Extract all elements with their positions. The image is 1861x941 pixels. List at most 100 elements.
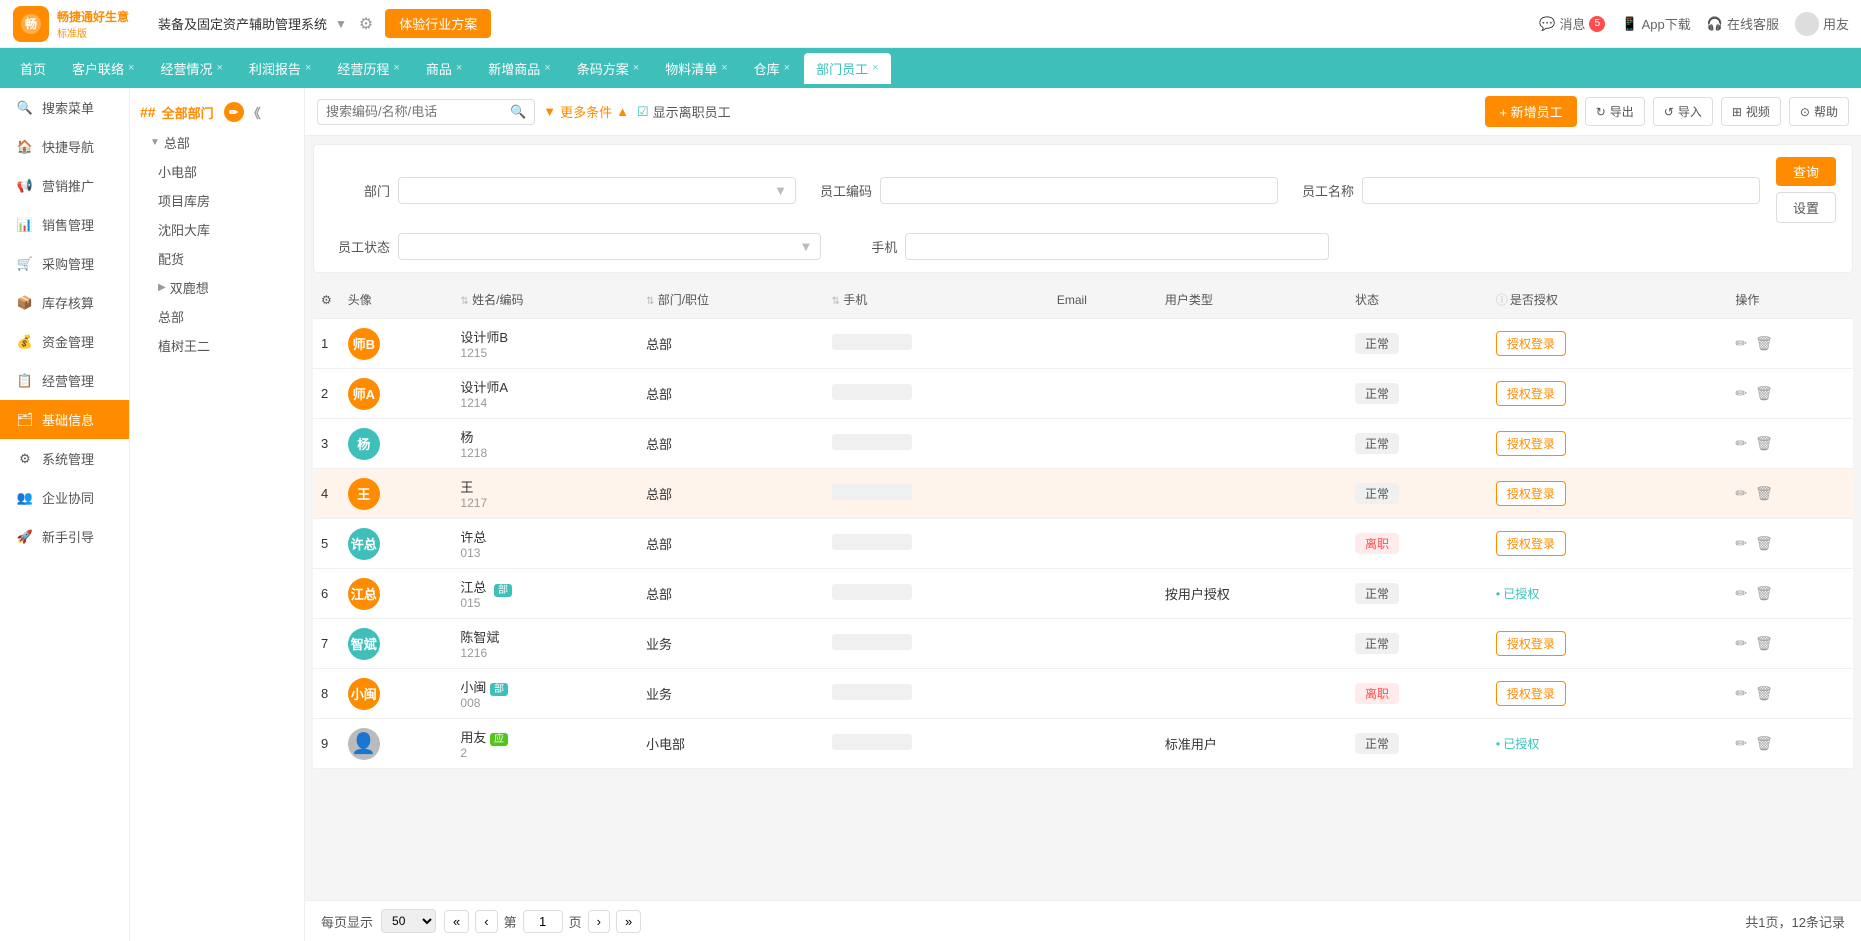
auth-button[interactable]: 授权登录: [1496, 431, 1566, 456]
sidebar-item-collab[interactable]: 👥 企业协同: [0, 478, 129, 517]
auth-button[interactable]: 授权登录: [1496, 531, 1566, 556]
search-input[interactable]: [326, 104, 506, 119]
tab-biz-close[interactable]: ×: [216, 62, 222, 74]
edit-icon[interactable]: ✏: [1735, 585, 1747, 602]
sidebar-item-basic[interactable]: 🗂 基础信息: [0, 400, 129, 439]
auth-button[interactable]: 授权登录: [1496, 381, 1566, 406]
auth-button[interactable]: 授权登录: [1496, 331, 1566, 356]
help-button[interactable]: ⊙ 帮助: [1789, 97, 1849, 126]
view-button[interactable]: ⊞ 视频: [1721, 97, 1781, 126]
dept-node-hq2[interactable]: 总部: [130, 302, 304, 331]
tab-customer[interactable]: 客户联络×: [60, 53, 146, 84]
more-filter-button[interactable]: ▼ 更多条件 ▲: [543, 102, 629, 121]
edit-icon[interactable]: ✏: [1735, 535, 1747, 552]
show-resign-checkbox[interactable]: ☑ 显示离职员工: [637, 102, 731, 121]
filter-empname-input[interactable]: [1362, 177, 1760, 204]
tab-employee[interactable]: 部门员工×: [804, 53, 890, 84]
delete-icon[interactable]: 🗑: [1755, 435, 1773, 452]
settings-button[interactable]: ⚙: [355, 10, 377, 38]
query-button[interactable]: 查询: [1776, 157, 1836, 186]
filter-empcode-input[interactable]: [880, 177, 1278, 204]
tab-warehouse-close[interactable]: ×: [784, 62, 790, 74]
dept-node-shenyang[interactable]: 沈阳大库: [130, 215, 304, 244]
next-page-button[interactable]: ›: [588, 910, 610, 933]
delete-icon[interactable]: 🗑: [1755, 535, 1773, 552]
last-page-button[interactable]: »: [616, 910, 641, 933]
tab-bom[interactable]: 物料清单×: [653, 53, 739, 84]
tab-employee-close[interactable]: ×: [872, 62, 878, 74]
page-size-select[interactable]: 50 100: [381, 909, 436, 933]
trial-button[interactable]: 体验行业方案: [385, 9, 491, 38]
tab-home[interactable]: 首页: [8, 53, 58, 84]
edit-icon[interactable]: ✏: [1735, 635, 1747, 652]
sidebar-item-purchase[interactable]: 🛒 采购管理: [0, 244, 129, 283]
first-page-button[interactable]: «: [444, 910, 469, 933]
sidebar-item-nav[interactable]: 🏠 快捷导航: [0, 127, 129, 166]
tab-barcode[interactable]: 条码方案×: [565, 53, 651, 84]
delete-icon[interactable]: 🗑: [1755, 385, 1773, 402]
col-dept[interactable]: ⇅ 部门/职位: [638, 281, 824, 319]
delete-icon[interactable]: 🗑: [1755, 635, 1773, 652]
page-input[interactable]: [523, 910, 563, 933]
dept-node-plant[interactable]: 植树王二: [130, 331, 304, 360]
prev-page-button[interactable]: ‹: [475, 910, 497, 933]
edit-icon[interactable]: ✏: [1735, 335, 1747, 352]
message-button[interactable]: 💬 消息 5: [1539, 14, 1605, 33]
dept-edit-icon[interactable]: ✏: [224, 102, 244, 122]
col-name[interactable]: ⇅ 姓名/编码: [452, 281, 638, 319]
sidebar-item-system[interactable]: ⚙ 系统管理: [0, 439, 129, 478]
export-button[interactable]: ↻ 导出: [1585, 97, 1645, 126]
edit-icon[interactable]: ✏: [1735, 735, 1747, 752]
tab-profit[interactable]: 利润报告×: [237, 53, 323, 84]
auth-button[interactable]: 授权登录: [1496, 681, 1566, 706]
filter-dept-select[interactable]: ▼: [398, 177, 796, 204]
edit-icon[interactable]: ✏: [1735, 685, 1747, 702]
sidebar-item-guide[interactable]: 🚀 新手引导: [0, 517, 129, 556]
user-button[interactable]: 用友: [1795, 12, 1849, 36]
delete-icon[interactable]: 🗑: [1755, 585, 1773, 602]
sidebar-item-inventory[interactable]: 📦 库存核算: [0, 283, 129, 322]
dept-node-small-electric[interactable]: 小电部: [130, 157, 304, 186]
edit-icon[interactable]: ✏: [1735, 435, 1747, 452]
sidebar-item-sales[interactable]: 📊 销售管理: [0, 205, 129, 244]
tab-bom-close[interactable]: ×: [721, 62, 727, 74]
delete-icon[interactable]: 🗑: [1755, 735, 1773, 752]
search-input-wrap[interactable]: 🔍: [317, 99, 535, 125]
tab-warehouse[interactable]: 仓库×: [742, 53, 802, 84]
dept-node-project-storage[interactable]: 项目库房: [130, 186, 304, 215]
delete-icon[interactable]: 🗑: [1755, 485, 1773, 502]
app-download-button[interactable]: 📱 App下载: [1621, 14, 1690, 33]
col-phone[interactable]: ⇅ 手机: [824, 281, 1049, 319]
tab-barcode-close[interactable]: ×: [633, 62, 639, 74]
edit-icon[interactable]: ✏: [1735, 485, 1747, 502]
tab-biz[interactable]: 经营情况×: [148, 53, 234, 84]
filter-phone-input[interactable]: [905, 233, 1328, 260]
tab-newgoods-close[interactable]: ×: [544, 62, 550, 74]
dept-node-shuanglu[interactable]: ▶ 双鹿想: [130, 273, 304, 302]
online-service-button[interactable]: 🎧 在线客服: [1707, 14, 1779, 33]
system-name-chevron[interactable]: ▼: [335, 17, 347, 31]
dept-node-headquarters[interactable]: ▼ 总部: [130, 128, 304, 157]
delete-icon[interactable]: 🗑: [1755, 685, 1773, 702]
add-employee-button[interactable]: + 新增员工: [1485, 96, 1576, 127]
tab-goods-close[interactable]: ×: [456, 62, 462, 74]
sidebar-item-marketing[interactable]: 📢 营销推广: [0, 166, 129, 205]
sidebar-item-finance[interactable]: 💰 资金管理: [0, 322, 129, 361]
tab-history-close[interactable]: ×: [393, 62, 399, 74]
tab-profit-close[interactable]: ×: [305, 62, 311, 74]
tab-goods[interactable]: 商品×: [414, 53, 474, 84]
dept-node-distribution[interactable]: 配货: [130, 244, 304, 273]
sidebar-item-search[interactable]: 🔍 搜索菜单: [0, 88, 129, 127]
edit-icon[interactable]: ✏: [1735, 385, 1747, 402]
delete-icon[interactable]: 🗑: [1755, 335, 1773, 352]
col-settings[interactable]: ⚙: [313, 281, 340, 319]
tab-customer-close[interactable]: ×: [128, 62, 134, 74]
tab-history[interactable]: 经营历程×: [325, 53, 411, 84]
auth-button[interactable]: 授权登录: [1496, 631, 1566, 656]
filter-status-select[interactable]: ▼: [398, 233, 821, 260]
auth-button[interactable]: 授权登录: [1496, 481, 1566, 506]
dept-collapse-icon[interactable]: 《: [248, 103, 261, 122]
sidebar-item-business[interactable]: 📋 经营管理: [0, 361, 129, 400]
import-button[interactable]: ↺ 导入: [1653, 97, 1713, 126]
tab-newgoods[interactable]: 新增商品×: [476, 53, 562, 84]
